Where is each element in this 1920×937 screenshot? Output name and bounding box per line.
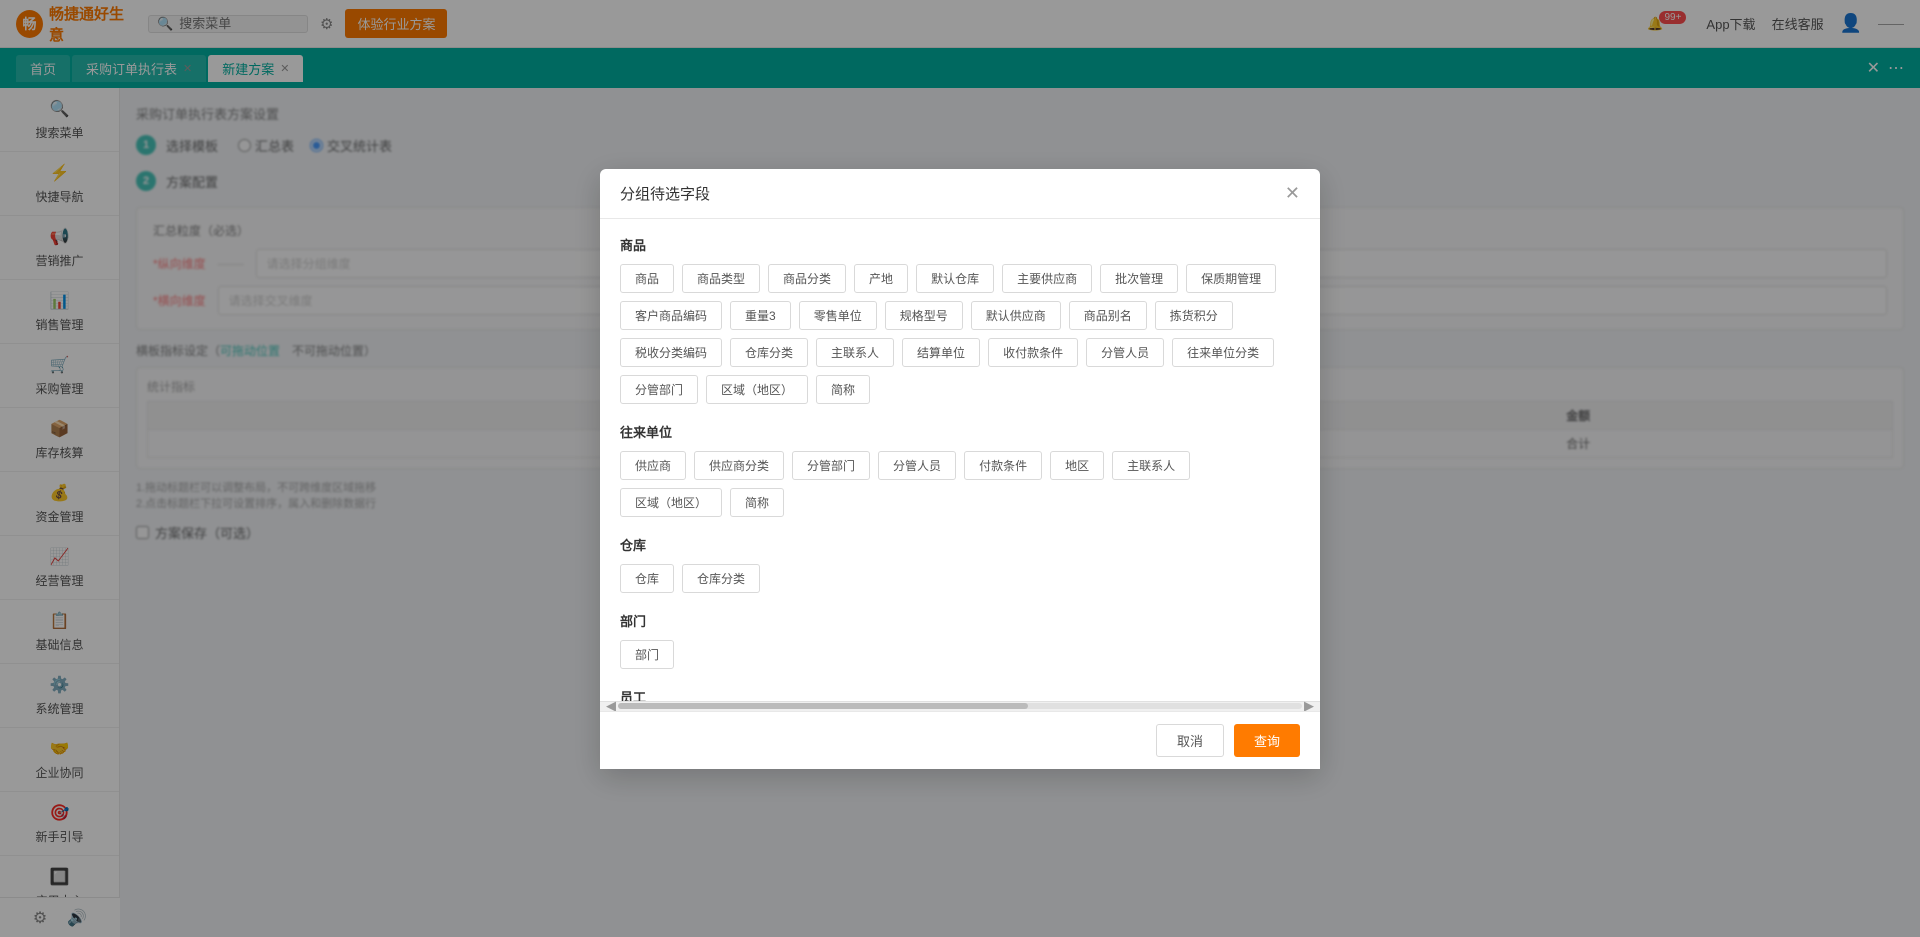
field-selection-modal: 分组待选字段 ✕ 商品 商品 商品类型 商品分类 产地 默认仓库 主要供应商 批… [600,169,1320,769]
modal-header: 分组待选字段 ✕ [600,169,1320,219]
field-product-category[interactable]: 商品分类 [768,264,846,293]
field-short-name[interactable]: 简称 [816,375,870,404]
field-warehouse-cat[interactable]: 仓库分类 [682,564,760,593]
field-region-product[interactable]: 区域（地区） [706,375,808,404]
field-supervisor2[interactable]: 分管人员 [878,451,956,480]
section-product: 商品 商品 商品类型 商品分类 产地 默认仓库 主要供应商 批次管理 保质期管理… [620,235,1300,404]
field-supervisor[interactable]: 分管人员 [1086,338,1164,367]
field-expiry-mgmt[interactable]: 保质期管理 [1186,264,1276,293]
scroll-track [618,703,1302,709]
field-pay-terms[interactable]: 付款条件 [964,451,1042,480]
field-product-alias[interactable]: 商品别名 [1069,301,1147,330]
field-dept-mgmt[interactable]: 分管部门 [620,375,698,404]
field-supplier-category[interactable]: 供应商分类 [694,451,784,480]
section-warehouse-title: 仓库 [620,535,1300,554]
field-region[interactable]: 地区 [1050,451,1104,480]
field-payment-terms[interactable]: 收付款条件 [988,338,1078,367]
section-dept-title: 部门 [620,611,1300,630]
dept-fields: 部门 [620,640,1300,669]
section-product-title: 商品 [620,235,1300,254]
field-main-contact[interactable]: 主联系人 [816,338,894,367]
field-main-supplier[interactable]: 主要供应商 [1002,264,1092,293]
field-region2[interactable]: 区域（地区） [620,488,722,517]
field-dept-mgmt2[interactable]: 分管部门 [792,451,870,480]
field-weight3[interactable]: 重量3 [730,301,791,330]
field-dept[interactable]: 部门 [620,640,674,669]
section-dept: 部门 部门 [620,611,1300,669]
field-product-type[interactable]: 商品类型 [682,264,760,293]
field-customer-code[interactable]: 客户商品编码 [620,301,722,330]
section-employee-title: 员工 [620,687,1300,701]
section-partner-title: 往来单位 [620,422,1300,441]
section-employee: 员工 业务员 [620,687,1300,701]
field-batch-mgmt[interactable]: 批次管理 [1100,264,1178,293]
field-main-contact2[interactable]: 主联系人 [1112,451,1190,480]
product-fields: 商品 商品类型 商品分类 产地 默认仓库 主要供应商 批次管理 保质期管理 客户… [620,264,1300,404]
section-warehouse: 仓库 仓库 仓库分类 [620,535,1300,593]
cancel-button[interactable]: 取消 [1156,724,1224,757]
field-origin[interactable]: 产地 [854,264,908,293]
partner-fields: 供应商 供应商分类 分管部门 分管人员 付款条件 地区 主联系人 区域（地区） … [620,451,1300,517]
field-settlement-unit[interactable]: 结算单位 [902,338,980,367]
field-partner-category[interactable]: 往来单位分类 [1172,338,1274,367]
warehouse-fields: 仓库 仓库分类 [620,564,1300,593]
field-warehouse-category[interactable]: 仓库分类 [730,338,808,367]
field-retail-unit[interactable]: 零售单位 [799,301,877,330]
modal-title: 分组待选字段 [620,183,710,204]
section-partner: 往来单位 供应商 供应商分类 分管部门 分管人员 付款条件 地区 主联系人 区域… [620,422,1300,517]
modal-close-button[interactable]: ✕ [1285,184,1300,202]
field-product[interactable]: 商品 [620,264,674,293]
field-abbr[interactable]: 简称 [730,488,784,517]
field-pick-points[interactable]: 拣货积分 [1155,301,1233,330]
field-default-warehouse[interactable]: 默认仓库 [916,264,994,293]
modal-body: 商品 商品 商品类型 商品分类 产地 默认仓库 主要供应商 批次管理 保质期管理… [600,219,1320,701]
field-default-supplier[interactable]: 默认供应商 [971,301,1061,330]
field-tax-code[interactable]: 税收分类编码 [620,338,722,367]
confirm-button[interactable]: 查询 [1234,724,1300,757]
scroll-thumb [618,703,1028,709]
field-warehouse[interactable]: 仓库 [620,564,674,593]
field-spec-model[interactable]: 规格型号 [885,301,963,330]
field-supplier[interactable]: 供应商 [620,451,686,480]
modal-overlay: 分组待选字段 ✕ 商品 商品 商品类型 商品分类 产地 默认仓库 主要供应商 批… [0,0,1920,937]
horizontal-scrollbar[interactable]: ◀ ▶ [600,701,1320,711]
modal-footer: 取消 查询 [600,711,1320,769]
